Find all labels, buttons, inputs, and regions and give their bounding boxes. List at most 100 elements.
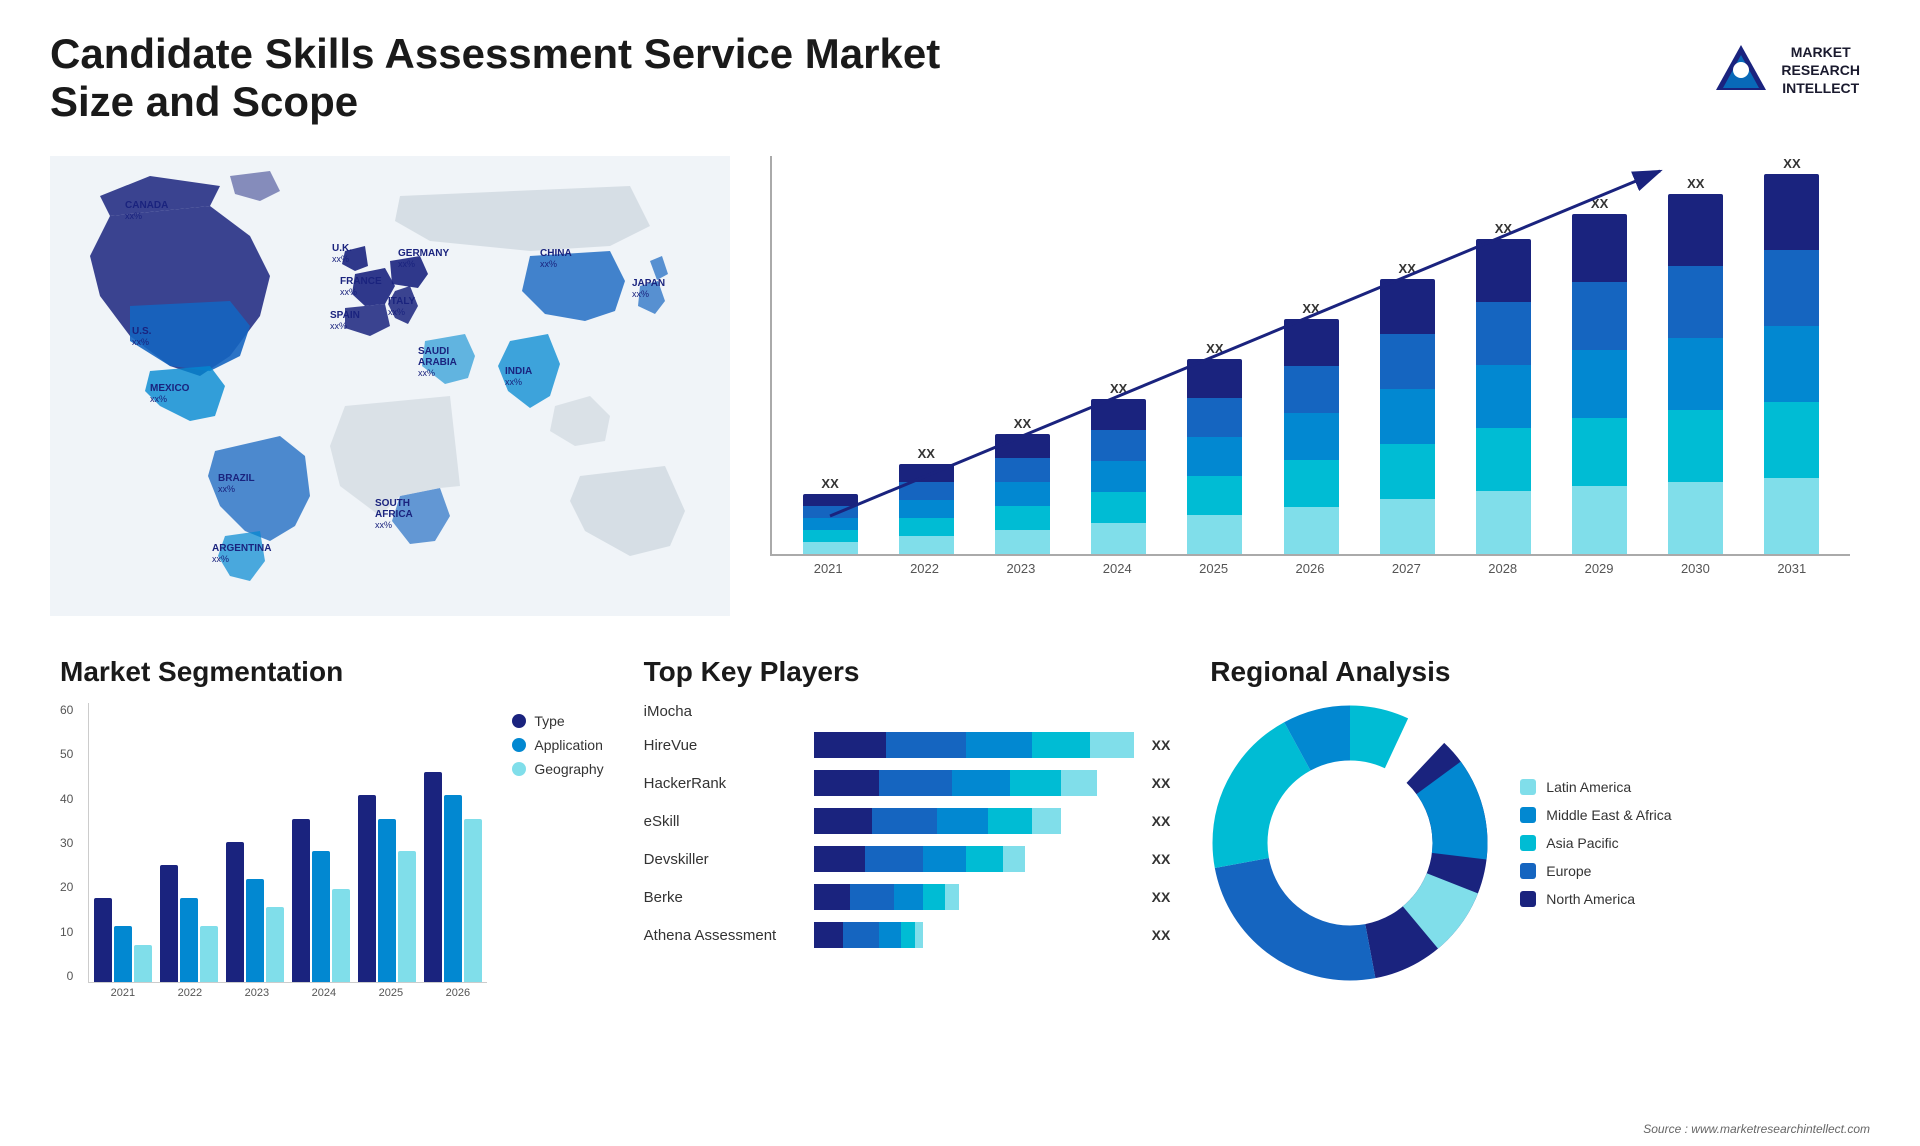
bar-group: XX [1268, 301, 1354, 554]
stacked-bar [1380, 279, 1435, 554]
player-bar-segment [1003, 846, 1025, 872]
stacked-bar [1572, 214, 1627, 554]
player-row: Athena AssessmentXX [644, 922, 1171, 948]
player-bar-segment [1090, 732, 1134, 758]
regional-label-na: North America [1546, 891, 1635, 907]
svg-text:xx%: xx% [330, 321, 347, 331]
svg-text:AFRICA: AFRICA [375, 509, 413, 520]
stacked-bar [803, 494, 858, 554]
bar-segment [1572, 282, 1627, 350]
bar-segment [1668, 410, 1723, 482]
bar-year-label: 2025 [1170, 561, 1256, 576]
player-bar-segment [923, 846, 967, 872]
bar-segment [1187, 359, 1242, 398]
bar-year-label: 2026 [1267, 561, 1353, 576]
svg-text:GERMANY: GERMANY [398, 248, 449, 259]
bar-segment [1091, 430, 1146, 461]
seg-bar [180, 898, 198, 982]
seg-bar [200, 926, 218, 982]
seg-bar [378, 819, 396, 982]
bar-group: XX [1653, 176, 1739, 554]
regional-legend: Latin America Middle East & Africa Asia … [1520, 779, 1671, 907]
bottom-section: Market Segmentation 0 10 20 30 40 50 60 … [50, 646, 1870, 1126]
bar-segment [899, 500, 954, 518]
bar-group: XX [883, 446, 969, 554]
player-bar-segment [886, 732, 966, 758]
player-bar-segment [894, 884, 923, 910]
seg-bar [246, 879, 264, 982]
player-bar-segment [988, 808, 1032, 834]
bar-segment [1572, 214, 1627, 282]
svg-text:CHINA: CHINA [540, 248, 572, 259]
bar-segment [1668, 338, 1723, 410]
player-bar-segment [923, 884, 945, 910]
bar-segment [995, 458, 1050, 482]
bar-xx-label: XX [1591, 196, 1608, 211]
svg-text:xx%: xx% [388, 307, 405, 317]
seg-year-label: 2023 [227, 987, 286, 999]
seg-legend: Type Application Geography [512, 713, 603, 777]
player-name: HireVue [644, 737, 804, 754]
regional-dot-latin [1520, 779, 1536, 795]
legend-type: Type [512, 713, 603, 729]
top-section: CANADA xx% U.S. xx% MEXICO xx% BRAZIL xx… [50, 146, 1870, 626]
bar-segment [1284, 507, 1339, 554]
svg-text:ITALY: ITALY [388, 296, 416, 307]
legend-dot-application [512, 738, 526, 752]
player-name: HackerRank [644, 775, 804, 792]
svg-text:xx%: xx% [332, 254, 349, 264]
bar-year-label: 2029 [1556, 561, 1642, 576]
seg-bar [444, 795, 462, 982]
donut-container: Latin America Middle East & Africa Asia … [1210, 703, 1860, 983]
bar-chart-inner: XXXXXXXXXXXXXXXXXXXXXX 20212022202320242… [770, 156, 1850, 566]
bar-xx-label: XX [918, 446, 935, 461]
bar-segment [995, 530, 1050, 554]
player-bar-segment [865, 846, 923, 872]
regional-item-europe: Europe [1520, 863, 1671, 879]
regional-item-latin: Latin America [1520, 779, 1671, 795]
seg-year-group [358, 795, 416, 982]
player-bar-segment [814, 770, 879, 796]
bar-segment [1091, 399, 1146, 430]
player-xx-label: XX [1152, 851, 1171, 867]
bar-segment [1764, 250, 1819, 326]
logo-icon [1711, 40, 1771, 100]
svg-text:xx%: xx% [218, 484, 235, 494]
player-row: HireVueXX [644, 732, 1171, 758]
bar-segment [995, 482, 1050, 506]
bar-segment [995, 434, 1050, 458]
bar-segment [995, 506, 1050, 530]
svg-text:JAPAN: JAPAN [632, 278, 665, 289]
bar-segment [899, 518, 954, 536]
svg-text:xx%: xx% [398, 259, 415, 269]
players-list: iMochaHireVueXXHackerRankXXeSkillXXDevsk… [644, 703, 1171, 948]
player-bar-container [814, 808, 1134, 834]
bar-year-label: 2028 [1460, 561, 1546, 576]
player-bar-segment [814, 808, 872, 834]
bar-year-label: 2031 [1749, 561, 1835, 576]
regional-item-apac: Asia Pacific [1520, 835, 1671, 851]
regional-label-europe: Europe [1546, 863, 1591, 879]
svg-text:xx%: xx% [632, 289, 649, 299]
player-bar-container [814, 846, 1134, 872]
seg-year-group [94, 898, 152, 982]
player-bar-segment [879, 922, 901, 948]
source-text: Source : www.marketresearchintellect.com [1643, 1122, 1870, 1136]
legend-label-geography: Geography [534, 761, 603, 777]
legend-dot-geography [512, 762, 526, 776]
bar-segment [1668, 482, 1723, 554]
bar-segment [1764, 402, 1819, 478]
bar-segment [899, 482, 954, 500]
bar-segment [803, 506, 858, 518]
segmentation-area: Market Segmentation 0 10 20 30 40 50 60 … [50, 646, 614, 1126]
bar-segment [1476, 239, 1531, 302]
regional-label-mea: Middle East & Africa [1546, 807, 1671, 823]
seg-year-label: 2024 [294, 987, 353, 999]
svg-text:CANADA: CANADA [125, 200, 168, 211]
seg-chart-wrapper: 0 10 20 30 40 50 60 20212022202320242025… [60, 703, 604, 999]
bar-segment [1187, 437, 1242, 476]
logo-area: MARKET RESEARCH INTELLECT [1701, 30, 1870, 110]
player-row: BerkeXX [644, 884, 1171, 910]
bar-chart-area: XXXXXXXXXXXXXXXXXXXXXX 20212022202320242… [750, 146, 1870, 626]
seg-bar [160, 865, 178, 982]
